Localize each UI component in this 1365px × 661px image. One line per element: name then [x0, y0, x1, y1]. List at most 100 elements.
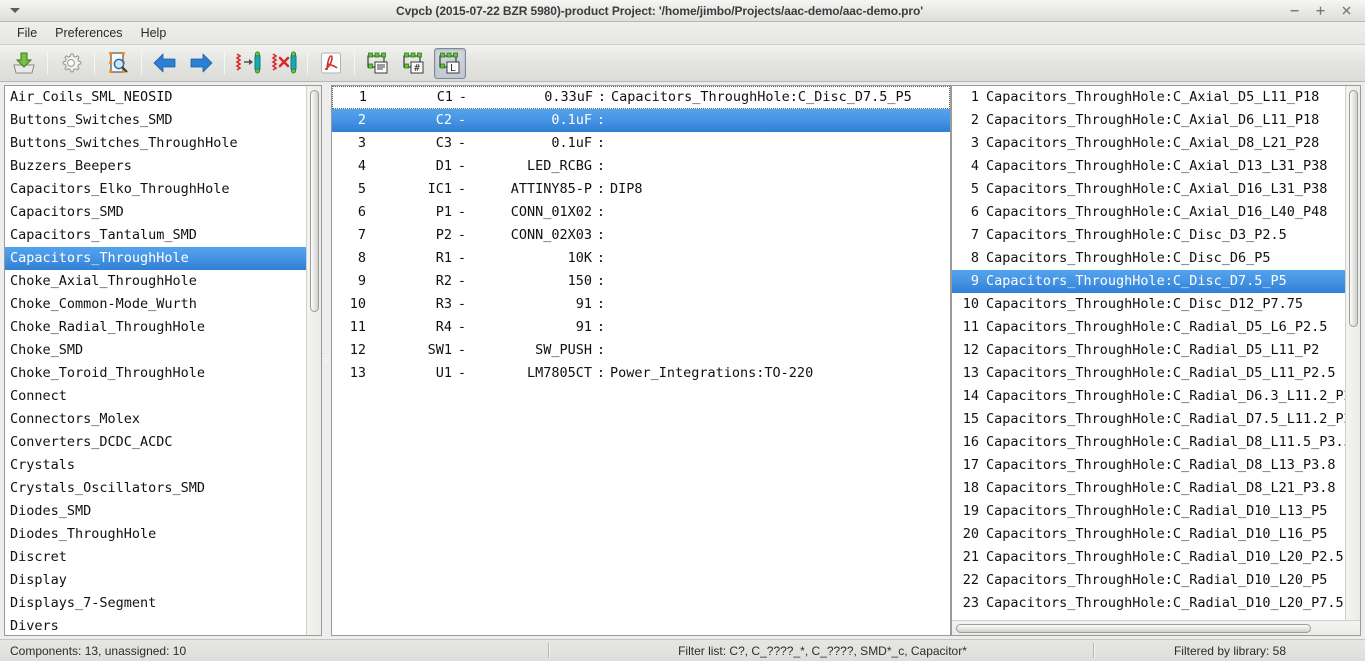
footprint-row[interactable]: 5 Capacitors_ThroughHole:C_Axial_D16_L31_… [952, 178, 1345, 201]
footprint-row[interactable]: 1 Capacitors_ThroughHole:C_Axial_D5_L11_P… [952, 86, 1345, 109]
library-list-item[interactable]: Converters_DCDC_ACDC [5, 431, 306, 454]
library-list-item[interactable]: Crystals_Oscillators_SMD [5, 477, 306, 500]
footprint-index: 16 [962, 434, 979, 450]
minimize-button[interactable] [1289, 5, 1301, 16]
library-list-scrollbar[interactable] [306, 86, 321, 635]
library-list-item[interactable]: Crystals [5, 454, 306, 477]
footprint-name: Capacitors_ThroughHole:C_Radial_D5_L11_P… [986, 342, 1320, 358]
footprint-row[interactable]: 8 Capacitors_ThroughHole:C_Disc_D6_P5 [952, 247, 1345, 270]
configure-paths-button[interactable] [55, 48, 87, 79]
left-splitter[interactable] [322, 85, 331, 636]
library-list-item[interactable]: Buzzers_Beepers [5, 155, 306, 178]
svg-text:#: # [414, 63, 420, 74]
library-list-item[interactable]: Diodes_SMD [5, 500, 306, 523]
component-colon: : [596, 181, 606, 197]
footprint-row[interactable]: 18 Capacitors_ThroughHole:C_Radial_D8_L21… [952, 477, 1345, 500]
footprint-row[interactable]: 15 Capacitors_ThroughHole:C_Radial_D7.5_L… [952, 408, 1345, 431]
library-list-item[interactable]: Choke_Axial_ThroughHole [5, 270, 306, 293]
auto-associate-button[interactable] [232, 48, 264, 79]
library-list-item[interactable]: Air_Coils_SML_NEOSID [5, 86, 306, 109]
footprint-row[interactable]: 19 Capacitors_ThroughHole:C_Radial_D10_L1… [952, 500, 1345, 523]
footprints-hscrollbar-thumb[interactable] [956, 624, 1311, 633]
window-controls [1289, 5, 1365, 16]
footprint-row[interactable]: 10 Capacitors_ThroughHole:C_Disc_D12_P7.7… [952, 293, 1345, 316]
library-list-item[interactable]: Choke_Common-Mode_Wurth [5, 293, 306, 316]
library-list-item[interactable]: Choke_Radial_ThroughHole [5, 316, 306, 339]
next-unassigned-button[interactable] [185, 48, 217, 79]
library-list-item[interactable]: Choke_Toroid_ThroughHole [5, 362, 306, 385]
window-menu-button[interactable] [0, 8, 30, 13]
filter-by-library-button[interactable]: L [434, 47, 466, 79]
footprint-row[interactable]: 17 Capacitors_ThroughHole:C_Radial_D8_L13… [952, 454, 1345, 477]
component-row[interactable]: 5 IC1- ATTINY85-P: DIP8 [332, 178, 950, 201]
footprints-list-scrollbar[interactable] [1345, 86, 1360, 620]
footprints-scrollbar-thumb[interactable] [1349, 90, 1358, 327]
delete-associations-button[interactable] [268, 48, 300, 79]
menu-item-preferences[interactable]: Preferences [46, 24, 131, 42]
edit-footprint-library-button[interactable] [102, 48, 134, 79]
library-list-item[interactable]: Connect [5, 385, 306, 408]
footprint-row[interactable]: 12 Capacitors_ThroughHole:C_Radial_D5_L11… [952, 339, 1345, 362]
library-list-item[interactable]: Buttons_Switches_SMD [5, 109, 306, 132]
library-list-item[interactable]: Diodes_ThroughHole [5, 523, 306, 546]
menu-bar: File Preferences Help [0, 22, 1365, 45]
footprint-row[interactable]: 4 Capacitors_ThroughHole:C_Axial_D13_L31_… [952, 155, 1345, 178]
component-row[interactable]: 1 C1- 0.33uF: Capacitors_ThroughHole:C_Disc… [332, 86, 950, 109]
footprints-list-hscrollbar[interactable] [952, 620, 1360, 635]
components-panel: 1 C1-0.33uF: Capacitors_ThroughHole:C_Disc… [331, 85, 951, 636]
menu-item-help[interactable]: Help [132, 24, 176, 42]
footprint-row[interactable]: 11 Capacitors_ThroughHole:C_Radial_D5_L6_… [952, 316, 1345, 339]
library-list-item[interactable]: Displays_7-Segment [5, 592, 306, 615]
footprint-row[interactable]: 16 Capacitors_ThroughHole:C_Radial_D8_L11… [952, 431, 1345, 454]
previous-unassigned-button[interactable] [149, 48, 181, 79]
maximize-button[interactable] [1315, 5, 1327, 16]
library-scrollbar-thumb[interactable] [310, 90, 319, 312]
library-list-item[interactable]: Capacitors_ThroughHole [5, 247, 306, 270]
footprint-row[interactable]: 22 Capacitors_ThroughHole:C_Radial_D10_L2… [952, 569, 1345, 592]
show-footprint-number-button[interactable]: # [398, 48, 430, 79]
show-footprint-description-button[interactable] [362, 48, 394, 79]
component-row[interactable]: 4 D1- LED_RCBG: [332, 155, 950, 178]
component-row[interactable]: 7 P2- CONN_02X03: [332, 224, 950, 247]
component-row[interactable]: 9 R2- 150: [332, 270, 950, 293]
library-list-item[interactable]: Capacitors_Tantalum_SMD [5, 224, 306, 247]
footprint-row[interactable]: 7 Capacitors_ThroughHole:C_Disc_D3_P2.5 [952, 224, 1345, 247]
library-list-item[interactable]: Divers [5, 615, 306, 635]
component-reference: P2 [435, 227, 452, 243]
footprint-row[interactable]: 21 Capacitors_ThroughHole:C_Radial_D10_L2… [952, 546, 1345, 569]
components-list[interactable]: 1 C1-0.33uF: Capacitors_ThroughHole:C_Disc… [332, 86, 950, 635]
component-row[interactable]: 13 U1- LM7805CT: Power_Integrations:TO-220 [332, 362, 950, 385]
footprints-list[interactable]: 1 Capacitors_ThroughHole:C_Axial_D5_L11_P… [952, 86, 1345, 620]
footprint-row[interactable]: 9 Capacitors_ThroughHole:C_Disc_D7.5_P5 [952, 270, 1345, 293]
library-list-item[interactable]: Connectors_Molex [5, 408, 306, 431]
component-row[interactable]: 2 C2- 0.1uF: [332, 109, 950, 132]
footprint-row[interactable]: 13 Capacitors_ThroughHole:C_Radial_D5_L11… [952, 362, 1345, 385]
footprint-row[interactable]: 20 Capacitors_ThroughHole:C_Radial_D10_L1… [952, 523, 1345, 546]
library-list-item[interactable]: Choke_SMD [5, 339, 306, 362]
library-list-item[interactable]: Display [5, 569, 306, 592]
component-row[interactable]: 12 SW1- SW_PUSH: [332, 339, 950, 362]
footprint-name: Capacitors_ThroughHole:C_Axial_D16_L31_P… [986, 181, 1328, 197]
component-row[interactable]: 11 R4- 91: [332, 316, 950, 339]
footprint-row[interactable]: 14 Capacitors_ThroughHole:C_Radial_D6.3_L… [952, 385, 1345, 408]
component-index: 2 [357, 112, 366, 128]
footprint-row[interactable]: 6 Capacitors_ThroughHole:C_Axial_D16_L40_… [952, 201, 1345, 224]
component-row[interactable]: 6 P1- CONN_01X02: [332, 201, 950, 224]
library-list-item[interactable]: Capacitors_SMD [5, 201, 306, 224]
footprint-name: Capacitors_ThroughHole:C_Disc_D7.5_P5 [986, 273, 1287, 289]
menu-item-file[interactable]: File [8, 24, 46, 42]
create-doc-pdf-button[interactable] [315, 48, 347, 79]
component-row[interactable]: 8 R1- 10K: [332, 247, 950, 270]
footprint-row[interactable]: 3 Capacitors_ThroughHole:C_Axial_D8_L21_P… [952, 132, 1345, 155]
close-button[interactable] [1341, 5, 1353, 16]
library-list-item[interactable]: Capacitors_Elko_ThroughHole [5, 178, 306, 201]
footprint-row[interactable]: 2 Capacitors_ThroughHole:C_Axial_D6_L11_P… [952, 109, 1345, 132]
component-row[interactable]: 3 C3- 0.1uF: [332, 132, 950, 155]
library-list-item[interactable]: Buttons_Switches_ThroughHole [5, 132, 306, 155]
component-row[interactable]: 10 R3- 91: [332, 293, 950, 316]
library-list[interactable]: Air_Coils_SML_NEOSID Buttons_Switches_SMD… [5, 86, 306, 635]
footprint-row[interactable]: 23 Capacitors_ThroughHole:C_Radial_D10_L2… [952, 592, 1345, 615]
library-list-item[interactable]: Discret [5, 546, 306, 569]
toolbar-separator [47, 51, 48, 75]
save-netlist-button[interactable] [8, 48, 40, 79]
